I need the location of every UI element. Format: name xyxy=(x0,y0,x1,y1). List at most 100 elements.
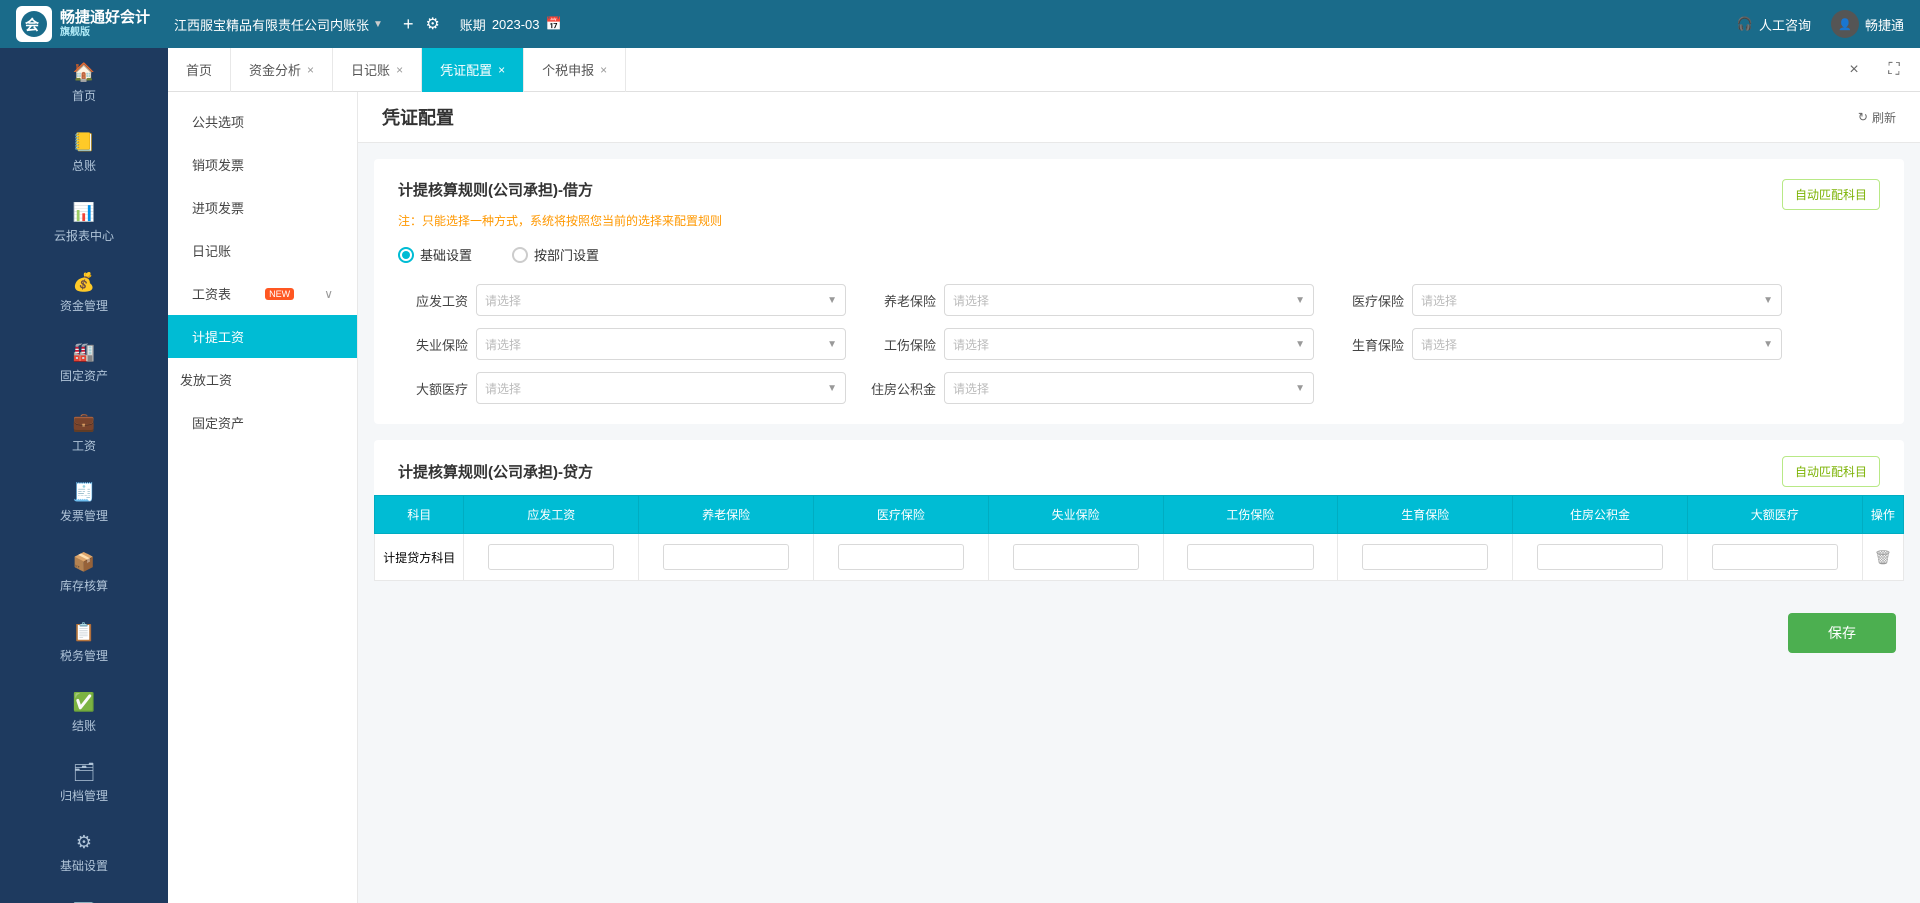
avatar: 👤 xyxy=(1831,10,1859,38)
salary-icon: 💼 xyxy=(73,412,95,433)
select-yanglao[interactable]: 请选择 ▼ xyxy=(944,284,1314,316)
select-gongjijin[interactable]: 请选择 ▼ xyxy=(944,372,1314,404)
row-action[interactable]: 🗑 xyxy=(1862,534,1903,581)
select-arrow-yingfa: ▼ xyxy=(827,295,837,306)
page-content: 公共选项 销项发票 进项发票 日记账 工资表 NEW ∨ 计提工资 xyxy=(168,92,1920,903)
expand-button[interactable]: ⛶ xyxy=(1880,56,1908,84)
left-nav-payment[interactable]: 发放工资 xyxy=(168,358,357,401)
tab-home[interactable]: 首页 xyxy=(168,48,231,92)
select-yingfa[interactable]: 请选择 ▼ xyxy=(476,284,846,316)
sidebar-item-salary[interactable]: 💼 工资 xyxy=(0,398,168,468)
row-shengyu[interactable] xyxy=(1338,534,1513,581)
radio-basic[interactable]: 基础设置 xyxy=(398,245,472,264)
input-shiye[interactable] xyxy=(1013,544,1139,570)
left-nav-journal[interactable]: 日记账 xyxy=(168,229,357,272)
sidebar-item-report[interactable]: 📊 云报表中心 xyxy=(0,188,168,258)
input-yiliao[interactable] xyxy=(838,544,964,570)
credit-auto-match-button[interactable]: 自动匹配科目 xyxy=(1782,456,1880,487)
user-area[interactable]: 👤 畅捷通 xyxy=(1831,10,1904,38)
capital-icon: 💰 xyxy=(73,272,95,293)
debit-auto-match-button[interactable]: 自动匹配科目 xyxy=(1782,179,1880,210)
add-button[interactable]: + xyxy=(403,14,414,35)
field-shengyu: 生育保险 请选择 ▼ xyxy=(1334,328,1782,360)
select-daeyiliao[interactable]: 请选择 ▼ xyxy=(476,372,846,404)
settings-icon[interactable]: ⚙ xyxy=(425,14,439,34)
content-area: 首页 资金分析 × 日记账 × 凭证配置 × 个税申报 × × ⛶ xyxy=(168,48,1920,903)
sidebar-item-settings[interactable]: ⚙ 基础设置 xyxy=(0,818,168,888)
row-gongjijin[interactable] xyxy=(1513,534,1688,581)
tab-capital[interactable]: 资金分析 × xyxy=(231,48,333,92)
col-shiye: 失业保险 xyxy=(988,496,1163,534)
field-daeyiliao: 大额医疗 请选择 ▼ xyxy=(398,372,846,404)
sidebar-item-archive[interactable]: 🗂 归档管理 xyxy=(0,748,168,818)
save-bar: 保存 xyxy=(358,597,1920,669)
sidebar-item-ledger[interactable]: 📒 总账 xyxy=(0,118,168,188)
tab-bar: 首页 资金分析 × 日记账 × 凭证配置 × 个税申报 × × ⛶ xyxy=(168,48,1920,92)
col-action: 操作 xyxy=(1862,496,1903,534)
sidebar-item-capital[interactable]: 💰 资金管理 xyxy=(0,258,168,328)
select-yiliao[interactable]: 请选择 ▼ xyxy=(1412,284,1782,316)
select-arrow-yanglao: ▼ xyxy=(1295,295,1305,306)
row-shiye[interactable] xyxy=(988,534,1163,581)
row-yiliao[interactable] xyxy=(813,534,988,581)
page-title: 凭证配置 xyxy=(382,104,454,130)
select-shengyu[interactable]: 请选择 ▼ xyxy=(1412,328,1782,360)
label-yingfa: 应发工资 xyxy=(398,291,468,310)
left-nav-salary-table[interactable]: 工资表 NEW ∨ xyxy=(168,272,357,315)
archive-icon: 🗂 xyxy=(73,762,96,783)
row-yanglao[interactable] xyxy=(639,534,814,581)
left-nav-purchase[interactable]: 进项发票 xyxy=(168,186,357,229)
sidebar-item-guide[interactable]: 🆕 新手引导 xyxy=(0,888,168,903)
field-shiye: 失业保险 请选择 ▼ xyxy=(398,328,846,360)
debit-radio-group: 基础设置 按部门设置 xyxy=(398,245,1782,264)
select-shiye[interactable]: 请选择 ▼ xyxy=(476,328,846,360)
left-nav-public[interactable]: 公共选项 xyxy=(168,100,357,143)
field-yingfa-gongzi: 应发工资 请选择 ▼ xyxy=(398,284,846,316)
credit-table-header-row: 科目 应发工资 养老保险 医疗保险 失业保险 工伤保险 生育保险 住房公积金 大… xyxy=(375,496,1904,534)
company-selector[interactable]: 江西服宝精品有限责任公司内账张 ▼ xyxy=(174,15,383,34)
tab-journal-close[interactable]: × xyxy=(396,63,403,77)
svg-text:会: 会 xyxy=(25,17,40,33)
tab-tax-close[interactable]: × xyxy=(600,63,607,77)
row-daeyiliao[interactable] xyxy=(1687,534,1862,581)
top-bar: 会 畅捷通好会计 旗舰版 江西服宝精品有限责任公司内账张 ▼ + ⚙ 账期 20… xyxy=(0,0,1920,48)
tab-bar-right: × ⛶ xyxy=(1840,56,1920,84)
consult-button[interactable]: 🎧 人工咨询 xyxy=(1737,15,1811,34)
left-nav-accrual[interactable]: 计提工资 xyxy=(168,315,357,358)
refresh-button[interactable]: ↻ 刷新 xyxy=(1858,109,1896,126)
tab-tax[interactable]: 个税申报 × xyxy=(524,48,626,92)
row-yingfa[interactable] xyxy=(464,534,639,581)
input-gongshang[interactable] xyxy=(1187,544,1313,570)
save-button[interactable]: 保存 xyxy=(1788,613,1896,653)
sidebar-item-invoice[interactable]: 🧾 发票管理 xyxy=(0,468,168,538)
debit-section-title: 计提核算规则(公司承担)-借方 xyxy=(398,179,1782,200)
tab-capital-close[interactable]: × xyxy=(307,63,314,77)
left-nav-fixed-asset[interactable]: 固定资产 xyxy=(168,401,357,444)
radio-dept[interactable]: 按部门设置 xyxy=(512,245,599,264)
stock-icon: 📦 xyxy=(73,552,95,573)
close-tab-button[interactable]: × xyxy=(1840,56,1868,84)
tab-voucher-close[interactable]: × xyxy=(498,63,505,77)
label-yiliao: 医疗保险 xyxy=(1334,291,1404,310)
logo-text: 畅捷通好会计 旗舰版 xyxy=(60,9,150,39)
row-gongshang[interactable] xyxy=(1163,534,1338,581)
sidebar-item-home[interactable]: 🏠 首页 xyxy=(0,48,168,118)
sidebar-item-asset[interactable]: 🏭 固定资产 xyxy=(0,328,168,398)
credit-section: 计提核算规则(公司承担)-贷方 自动匹配科目 科目 应发工资 养老保险 医疗保险… xyxy=(374,440,1904,581)
input-shengyu[interactable] xyxy=(1362,544,1488,570)
sidebar-item-settle[interactable]: ✅ 结账 xyxy=(0,678,168,748)
period-selector[interactable]: 账期 2023-03 📅 xyxy=(460,15,562,34)
delete-row-icon[interactable]: 🗑 xyxy=(1874,549,1892,565)
tab-journal[interactable]: 日记账 × xyxy=(333,48,422,92)
input-daeyiliao[interactable] xyxy=(1712,544,1838,570)
sidebar-item-stock[interactable]: 📦 库存核算 xyxy=(0,538,168,608)
input-yanglao[interactable] xyxy=(663,544,789,570)
logo-icon: 会 xyxy=(16,6,52,42)
input-gongjijin[interactable] xyxy=(1537,544,1663,570)
select-gongshang[interactable]: 请选择 ▼ xyxy=(944,328,1314,360)
tab-voucher[interactable]: 凭证配置 × xyxy=(422,48,524,92)
company-dropdown-icon: ▼ xyxy=(373,19,383,30)
left-nav-sales[interactable]: 销项发票 xyxy=(168,143,357,186)
input-yingfa[interactable] xyxy=(488,544,614,570)
sidebar-item-tax[interactable]: 📋 税务管理 xyxy=(0,608,168,678)
